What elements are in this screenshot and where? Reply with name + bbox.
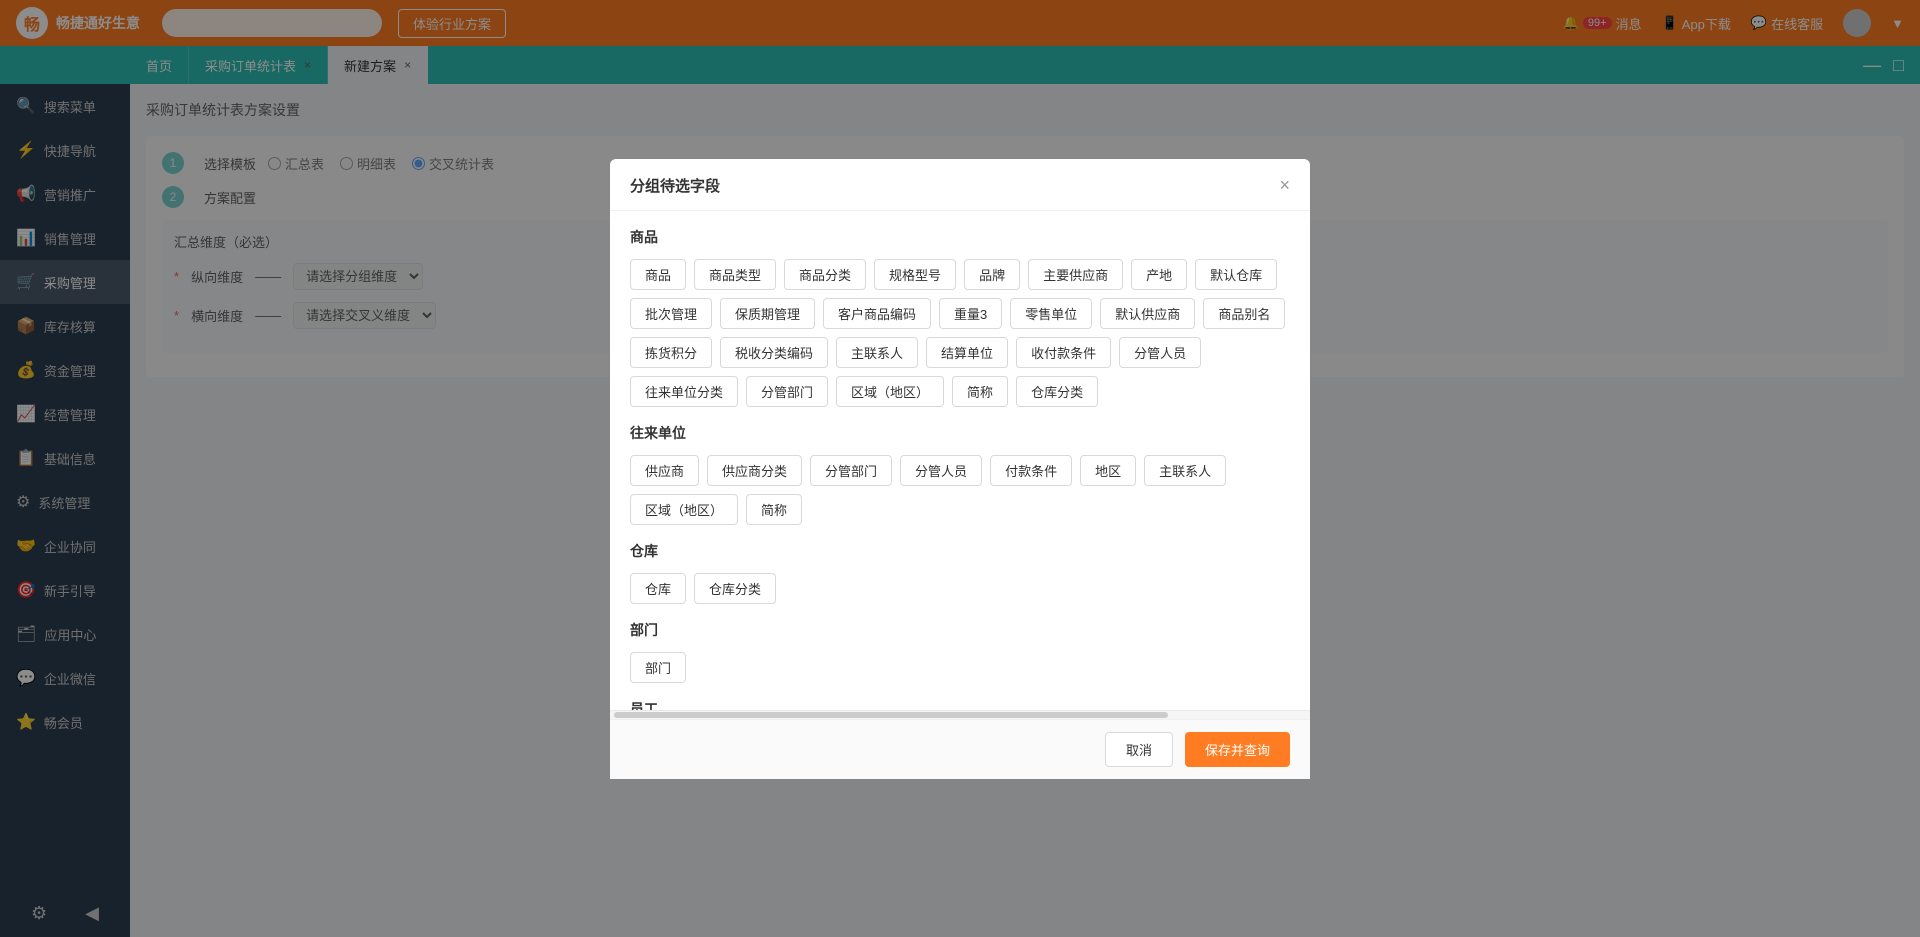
section-staff-label: 员工 — [630, 699, 1290, 710]
field-tag-warehouse[interactable]: 仓库 — [630, 573, 686, 604]
section-partner-label: 往来单位 — [630, 423, 1290, 443]
field-tag-settle-unit[interactable]: 结算单位 — [926, 337, 1008, 368]
field-tag-contact[interactable]: 主联系人 — [836, 337, 918, 368]
field-tag-batch[interactable]: 批次管理 — [630, 298, 712, 329]
field-tag-partner-class[interactable]: 往来单位分类 — [630, 376, 738, 407]
field-tag-short-name[interactable]: 简称 — [952, 376, 1008, 407]
section-dept-grid: 部门 — [630, 652, 1290, 683]
field-tag-dept[interactable]: 分管部门 — [746, 376, 828, 407]
dialog-overlay: 分组待选字段 × 商品 商品 商品类型 商品分类 规格型号 品牌 主要供应商 产… — [0, 0, 1920, 937]
section-warehouse-grid: 仓库 仓库分类 — [630, 573, 1290, 604]
dialog-title: 分组待选字段 — [630, 175, 720, 196]
section-goods-label: 商品 — [630, 227, 1290, 247]
field-tag-customer-code[interactable]: 客户商品编码 — [823, 298, 931, 329]
field-tag-main-supplier[interactable]: 主要供应商 — [1028, 259, 1123, 290]
field-tag-department[interactable]: 部门 — [630, 652, 686, 683]
field-tag-points[interactable]: 拣货积分 — [630, 337, 712, 368]
field-tag-origin[interactable]: 产地 — [1131, 259, 1187, 290]
field-tag-retail-unit[interactable]: 零售单位 — [1010, 298, 1092, 329]
section-warehouse-label: 仓库 — [630, 541, 1290, 561]
cancel-button[interactable]: 取消 — [1105, 732, 1173, 767]
field-tag-manager[interactable]: 分管人员 — [1119, 337, 1201, 368]
field-tag-partner-short[interactable]: 简称 — [746, 494, 802, 525]
field-select-dialog: 分组待选字段 × 商品 商品 商品类型 商品分类 规格型号 品牌 主要供应商 产… — [610, 159, 1310, 779]
dialog-header: 分组待选字段 × — [610, 159, 1310, 211]
dialog-footer: 取消 保存并查询 — [610, 719, 1310, 779]
field-tag-supplier[interactable]: 供应商 — [630, 455, 699, 486]
field-tag-area[interactable]: 地区 — [1080, 455, 1136, 486]
dialog-close-button[interactable]: × — [1279, 175, 1290, 196]
section-dept-label: 部门 — [630, 620, 1290, 640]
section-goods-grid: 商品 商品类型 商品分类 规格型号 品牌 主要供应商 产地 默认仓库 批次管理 … — [630, 259, 1290, 407]
field-tag-partner-dept[interactable]: 分管部门 — [810, 455, 892, 486]
field-tag-tax-code[interactable]: 税收分类编码 — [720, 337, 828, 368]
field-tag-payment-terms[interactable]: 收付款条件 — [1016, 337, 1111, 368]
field-tag-default-warehouse[interactable]: 默认仓库 — [1195, 259, 1277, 290]
field-tag-weight[interactable]: 重量3 — [939, 298, 1002, 329]
hscroll-thumb[interactable] — [614, 712, 1168, 718]
field-tag-region[interactable]: 区域（地区） — [836, 376, 944, 407]
confirm-button[interactable]: 保存并查询 — [1185, 732, 1290, 767]
field-tag-partner-manager[interactable]: 分管人员 — [900, 455, 982, 486]
field-tag-default-supplier[interactable]: 默认供应商 — [1100, 298, 1195, 329]
field-tag-spec[interactable]: 规格型号 — [874, 259, 956, 290]
section-partner-grid: 供应商 供应商分类 分管部门 分管人员 付款条件 地区 主联系人 区域（地区） … — [630, 455, 1290, 525]
field-tag-goods[interactable]: 商品 — [630, 259, 686, 290]
field-tag-quality[interactable]: 保质期管理 — [720, 298, 815, 329]
field-tag-main-contact[interactable]: 主联系人 — [1144, 455, 1226, 486]
field-tag-partner-region[interactable]: 区域（地区） — [630, 494, 738, 525]
field-tag-goods-class[interactable]: 商品分类 — [784, 259, 866, 290]
field-tag-alias[interactable]: 商品别名 — [1203, 298, 1285, 329]
field-tag-supplier-class[interactable]: 供应商分类 — [707, 455, 802, 486]
field-tag-pay-terms[interactable]: 付款条件 — [990, 455, 1072, 486]
field-tag-brand[interactable]: 品牌 — [964, 259, 1020, 290]
dialog-hscroll[interactable] — [610, 710, 1310, 719]
dialog-body[interactable]: 商品 商品 商品类型 商品分类 规格型号 品牌 主要供应商 产地 默认仓库 批次… — [610, 211, 1310, 710]
field-tag-warehouse-type[interactable]: 仓库分类 — [694, 573, 776, 604]
field-tag-goods-type[interactable]: 商品类型 — [694, 259, 776, 290]
field-tag-warehouse-class[interactable]: 仓库分类 — [1016, 376, 1098, 407]
